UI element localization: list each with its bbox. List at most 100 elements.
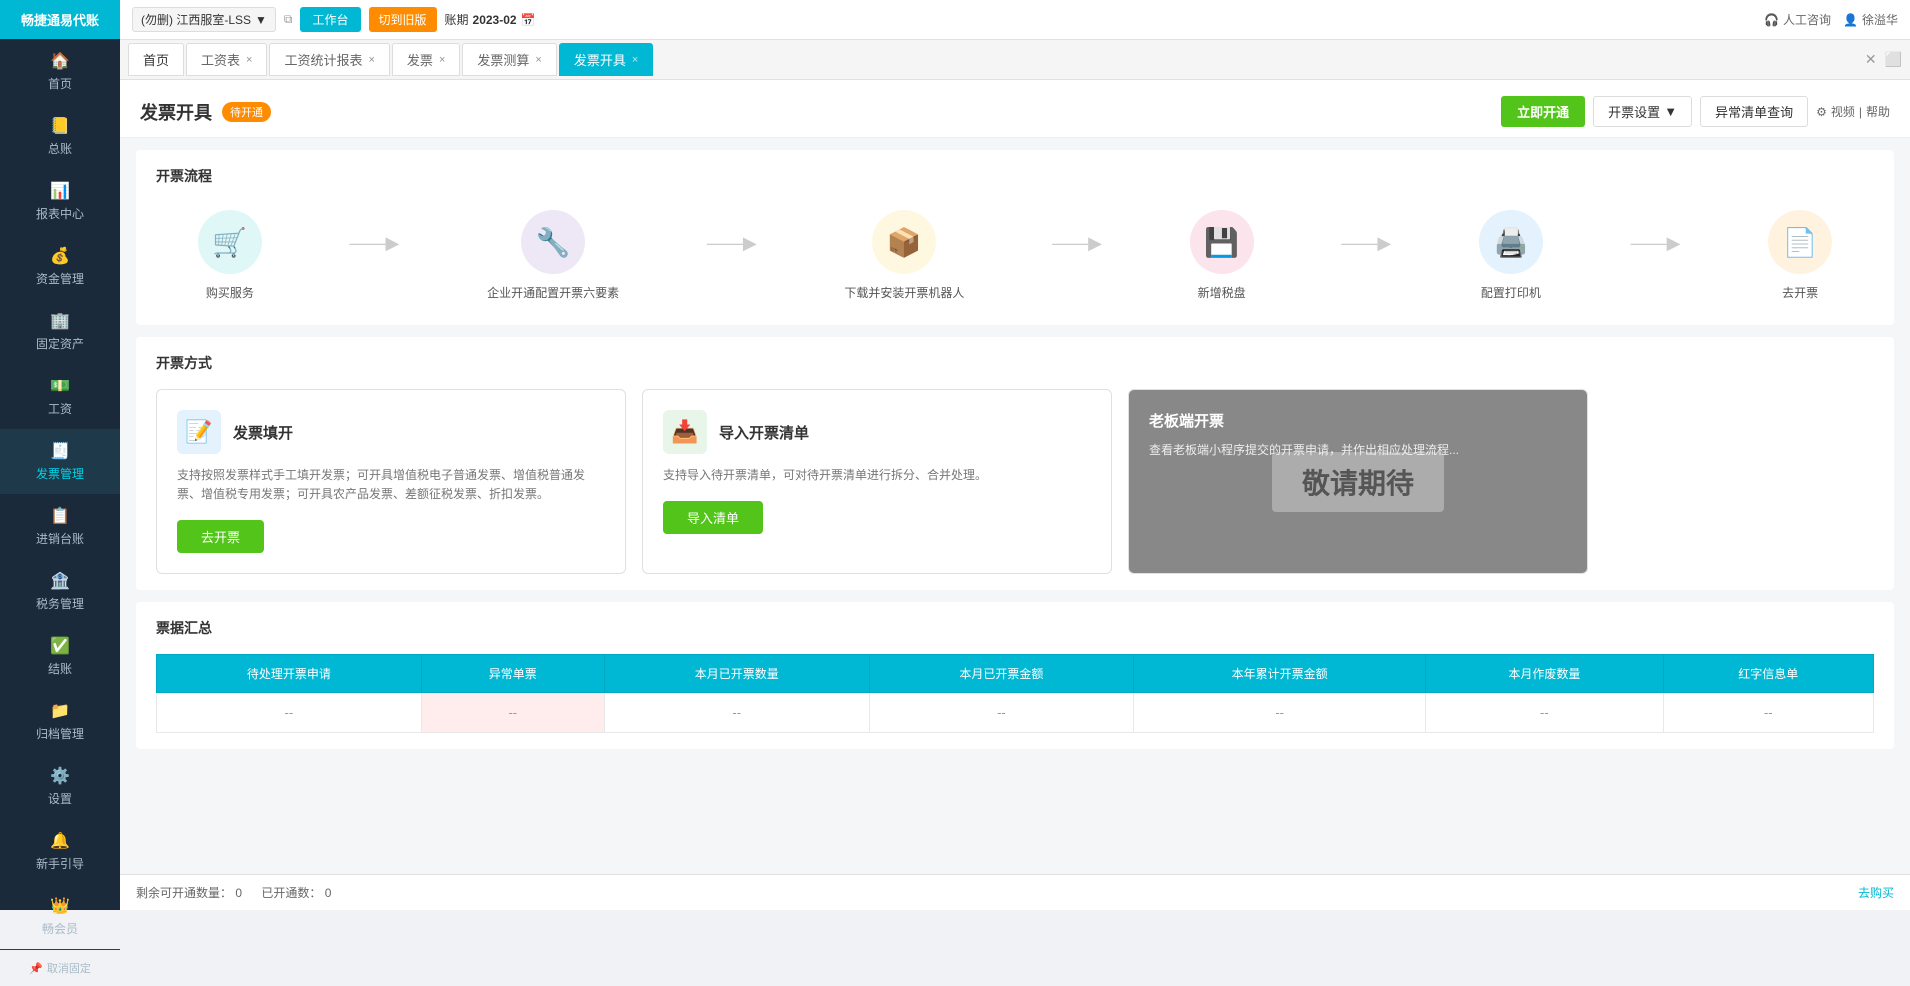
user-name: 徐溢华 [1862, 11, 1898, 28]
service-label: 人工咨询 [1783, 11, 1831, 28]
tabbar: 首页 工资表 × 工资统计报表 × 发票 × 发票测算 × 发票开具 × ✕ ⬜ [120, 40, 1910, 80]
sidebar-item-tax[interactable]: 🏦 税务管理 [0, 559, 120, 624]
company-label: (勿删) 江西服室-LSS [141, 11, 251, 28]
method-manual-icon: 📝 [177, 410, 221, 454]
tab-invoice-list[interactable]: 发票 × [392, 43, 460, 76]
sidebar-item-settlement-label: 结账 [48, 660, 72, 677]
sidebar-item-home-label: 首页 [48, 75, 72, 92]
page-title-area: 发票开具 待开通 [140, 99, 271, 125]
method-import-title: 导入开票清单 [719, 422, 809, 443]
tab-invoice-list-close[interactable]: × [439, 54, 445, 66]
tab-salary-report-label: 工资统计报表 [284, 50, 362, 69]
method-import-icon: 📥 [663, 410, 707, 454]
tab-salary-report-close[interactable]: × [368, 54, 374, 66]
cell-red-info: -- [1663, 693, 1873, 733]
statusbar: 剩余可开通数量： 0 已开通数： 0 去购买 [120, 874, 1910, 910]
sidebar-item-assets[interactable]: 🏢 固定资产 [0, 299, 120, 364]
tab-salary-report[interactable]: 工资统计报表 × [269, 43, 389, 76]
service-button[interactable]: 🎧 人工咨询 [1764, 11, 1831, 28]
remaining-value: 0 [235, 886, 242, 900]
tab-salary-table-close[interactable]: × [246, 54, 252, 66]
sidebar-item-vip-label: 畅会员 [42, 920, 78, 937]
page-content: 发票开具 待开通 立即开通 开票设置 ▼ 异常清单查询 ⚙ 视频 | 帮助 [120, 80, 1910, 874]
tax-icon: 🏦 [50, 571, 70, 591]
download-icon: 📦 [872, 210, 936, 274]
sidebar-item-vip[interactable]: 👑 畅会员 [0, 884, 120, 949]
open-now-button[interactable]: 立即开通 [1501, 96, 1585, 127]
tab-salary-table[interactable]: 工资表 × [186, 43, 267, 76]
close-tab-button[interactable]: ✕ [1865, 51, 1877, 68]
tab-invoice-calc-close[interactable]: × [535, 54, 541, 66]
tab-home[interactable]: 首页 [128, 43, 184, 76]
period-value: 2023-02 [473, 13, 517, 27]
sidebar-item-purchase[interactable]: 📋 进销台账 [0, 494, 120, 559]
sidebar-item-funds-label: 资金管理 [36, 270, 84, 287]
view-icon: ⚙ [1816, 105, 1827, 119]
tab-invoice-tool[interactable]: 发票开具 × [559, 43, 653, 76]
cell-pending: -- [157, 693, 422, 733]
tab-invoice-tool-close[interactable]: × [632, 54, 638, 66]
vip-icon: 👑 [50, 896, 70, 916]
main-area: (勿删) 江西服室-LSS ▼ ⧉ 工作台 切到旧版 账期 2023-02 📅 … [120, 0, 1910, 910]
page-title: 发票开具 [140, 99, 212, 125]
sidebar-item-guide-label: 新手引导 [36, 855, 84, 872]
sidebar-item-home[interactable]: 🏠 首页 [0, 39, 120, 104]
page-header-actions: 立即开通 开票设置 ▼ 异常清单查询 ⚙ 视频 | 帮助 [1501, 96, 1890, 127]
sidebar-item-ledger[interactable]: 📒 总账 [0, 104, 120, 169]
tab-invoice-list-label: 发票 [407, 50, 433, 69]
tab-invoice-calc-label: 发票测算 [477, 50, 529, 69]
sidebar-item-settlement[interactable]: ✅ 结账 [0, 624, 120, 689]
app-logo: 畅捷通易代账 [0, 0, 120, 39]
unpin-button[interactable]: 📌 取消固定 [0, 950, 120, 986]
sidebar-item-reports[interactable]: 📊 报表中心 [0, 169, 120, 234]
page-header: 发票开具 待开通 立即开通 开票设置 ▼ 异常清单查询 ⚙ 视频 | 帮助 [120, 80, 1910, 138]
sidebar-item-guide[interactable]: 🔔 新手引导 [0, 819, 120, 884]
sidebar-item-archive[interactable]: 📁 归档管理 [0, 689, 120, 754]
cell-month-count: -- [604, 693, 869, 733]
buy-link[interactable]: 去购买 [1858, 884, 1894, 901]
col-red-info: 红字信息单 [1663, 655, 1873, 693]
summary-title: 票据汇总 [156, 618, 1874, 638]
flow-step-buy: 🛒 购买服务 [198, 210, 262, 301]
opened-value: 0 [325, 886, 332, 900]
abnormal-query-button[interactable]: 异常清单查询 [1700, 96, 1808, 127]
period-info: 账期 2023-02 📅 [445, 11, 536, 28]
flow-step-printer: 🖨️ 配置打印机 [1479, 210, 1543, 301]
summary-section: 票据汇总 待处理开票申请 异常单票 本月已开票数量 本月已开票金额 本年累计开票… [136, 602, 1894, 749]
tabbar-actions: ✕ ⬜ [1865, 51, 1902, 68]
sidebar-item-funds[interactable]: 💰 资金管理 [0, 234, 120, 299]
company-selector[interactable]: (勿删) 江西服室-LSS ▼ [132, 7, 276, 32]
purchase-icon: 📋 [50, 506, 70, 526]
view-help-button[interactable]: ⚙ 视频 | 帮助 [1816, 103, 1890, 120]
flow-steps: 🛒 购买服务 ——▶ 🔧 企业开通配置开票六要素 ——▶ 📦 下载并安装开票机器… [156, 202, 1874, 309]
sidebar-item-settings[interactable]: ⚙️ 设置 [0, 754, 120, 819]
import-list-button[interactable]: 导入清单 [663, 501, 763, 534]
settings-dropdown-icon: ▼ [1664, 104, 1677, 119]
statusbar-left: 剩余可开通数量： 0 已开通数： 0 [136, 884, 331, 901]
invoice-method-section: 开票方式 📝 发票填开 支持按照发票样式手工填开发票；可开具增值税电子普通发票、… [136, 337, 1894, 590]
method-card-manual-header: 📝 发票填开 [177, 410, 605, 454]
sidebar-item-salary-label: 工资 [48, 400, 72, 417]
workbench-button[interactable]: 工作台 [300, 7, 360, 32]
opened-label: 已开通数： [261, 886, 321, 900]
old-platform-card: 老板端开票 查看老板端小程序提交的开票申请，并作出相应处理流程... 敬请期待 [1128, 389, 1588, 574]
open-settings-button[interactable]: 开票设置 ▼ [1593, 96, 1692, 127]
tab-invoice-calc[interactable]: 发票测算 × [462, 43, 556, 76]
topbar-right: 🎧 人工咨询 👤 徐溢华 [1764, 11, 1898, 28]
restore-tab-button[interactable]: ⬜ [1885, 51, 1902, 68]
method-manual-title: 发票填开 [233, 422, 293, 443]
topbar: (勿删) 江西服室-LSS ▼ ⧉ 工作台 切到旧版 账期 2023-02 📅 … [120, 0, 1910, 40]
old-platform-overlay-text: 敬请期待 [1272, 452, 1444, 512]
col-pending: 待处理开票申请 [157, 655, 422, 693]
status-badge: 待开通 [222, 102, 271, 122]
go-invoice-button[interactable]: 去开票 [177, 520, 264, 553]
unpin-label: 取消固定 [47, 960, 91, 976]
user-profile[interactable]: 👤 徐溢华 [1843, 11, 1898, 28]
copy-icon[interactable]: ⧉ [284, 12, 293, 27]
sidebar-item-salary[interactable]: 💵 工资 [0, 364, 120, 429]
period-switch-button[interactable]: 切到旧版 [369, 7, 437, 32]
sidebar-item-archive-label: 归档管理 [36, 725, 84, 742]
calendar-icon[interactable]: 📅 [521, 13, 536, 27]
sidebar-item-invoice[interactable]: 🧾 发票管理 [0, 429, 120, 494]
settlement-icon: ✅ [50, 636, 70, 656]
